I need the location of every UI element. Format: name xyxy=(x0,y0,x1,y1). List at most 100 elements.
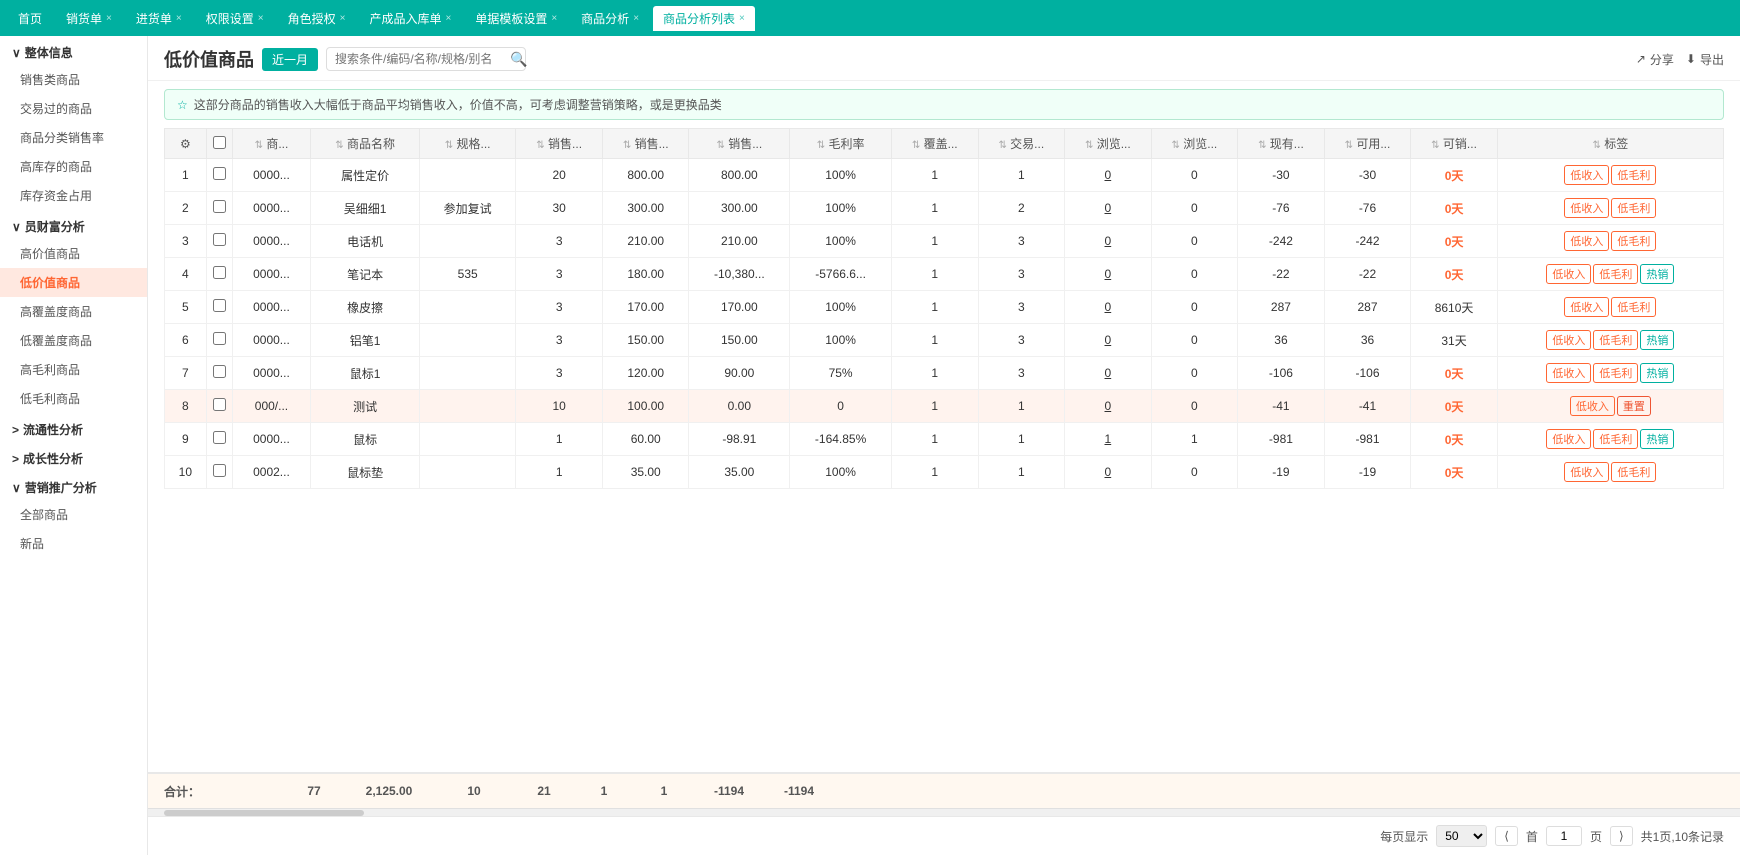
nav-close-product[interactable]: × xyxy=(445,13,451,24)
row-checkbox[interactable] xyxy=(206,390,232,423)
nav-home[interactable]: 首页 xyxy=(8,6,52,31)
nav-close-bill[interactable]: × xyxy=(551,13,557,24)
nav-role-auth[interactable]: 角色授权 × xyxy=(278,6,356,31)
row-browse1[interactable]: 0 xyxy=(1065,357,1152,390)
col-sales1[interactable]: ⇅ 销售... xyxy=(602,129,689,159)
row-no: 9 xyxy=(165,423,207,456)
horizontal-scrollbar[interactable] xyxy=(148,808,1740,816)
col-spec[interactable]: ⇅ 规格... xyxy=(419,129,515,159)
nav-permission[interactable]: 权限设置 × xyxy=(196,6,274,31)
nav-bill-template[interactable]: 单据模板设置 × xyxy=(465,6,567,31)
table-container[interactable]: ⚙ ⇅ 商... ⇅ 商品名称 ⇅ 规格... ⇅ 销售... ⇅ 销售... … xyxy=(148,128,1740,772)
row-checkbox[interactable] xyxy=(206,423,232,456)
col-current[interactable]: ⇅ 现有... xyxy=(1238,129,1325,159)
row-checkbox[interactable] xyxy=(206,357,232,390)
col-settings[interactable]: ⚙ xyxy=(165,129,207,159)
sidebar-group-marketing[interactable]: ∨ 营销推广分析 xyxy=(0,471,147,500)
sidebar-item-all-products[interactable]: 全部商品 xyxy=(0,500,147,529)
search-input[interactable] xyxy=(326,47,526,71)
sidebar-item-high-value[interactable]: 高价值商品 xyxy=(0,239,147,268)
sidebar-item-low-profit[interactable]: 低毛利商品 xyxy=(0,384,147,413)
row-checkbox[interactable] xyxy=(206,456,232,489)
browse-link[interactable]: 0 xyxy=(1105,267,1112,281)
row-checkbox[interactable] xyxy=(206,192,232,225)
sidebar-item-low-value[interactable]: 低价值商品 xyxy=(0,268,147,297)
nav-product-analysis[interactable]: 商品分析 × xyxy=(571,6,649,31)
browse-link[interactable]: 0 xyxy=(1105,201,1112,215)
date-filter-button[interactable]: 近一月 xyxy=(262,48,318,71)
first-page-button[interactable]: ⟨ xyxy=(1495,826,1518,846)
browse-link[interactable]: 0 xyxy=(1105,168,1112,182)
share-button[interactable]: ↗ 分享 xyxy=(1636,51,1674,68)
browse-link[interactable]: 0 xyxy=(1105,465,1112,479)
col-code[interactable]: ⇅ 商... xyxy=(232,129,311,159)
col-qty[interactable]: ⇅ 销售... xyxy=(516,129,603,159)
nav-close-purchase[interactable]: × xyxy=(176,13,182,24)
browse-link[interactable]: 0 xyxy=(1105,300,1112,314)
nav-close-role[interactable]: × xyxy=(340,13,346,24)
row-checkbox[interactable] xyxy=(206,258,232,291)
row-browse1[interactable]: 0 xyxy=(1065,258,1152,291)
row-browse1[interactable]: 1 xyxy=(1065,423,1152,456)
row-qty: 3 xyxy=(516,291,603,324)
sidebar-item-high-profit[interactable]: 高毛利商品 xyxy=(0,355,147,384)
row-browse2: 1 xyxy=(1151,423,1238,456)
browse-link[interactable]: 1 xyxy=(1105,432,1112,446)
sidebar-item-high-coverage[interactable]: 高覆盖度商品 xyxy=(0,297,147,326)
nav-purchase-order[interactable]: 进货单 × xyxy=(126,6,192,31)
col-name[interactable]: ⇅ 商品名称 xyxy=(311,129,420,159)
row-spec xyxy=(419,357,515,390)
col-sales2[interactable]: ⇅ 销售... xyxy=(689,129,790,159)
row-browse1[interactable]: 0 xyxy=(1065,456,1152,489)
sidebar-item-high-stock[interactable]: 高库存的商品 xyxy=(0,152,147,181)
row-browse1[interactable]: 0 xyxy=(1065,225,1152,258)
browse-link[interactable]: 0 xyxy=(1105,399,1112,413)
row-tags: 低收入低毛利 xyxy=(1497,456,1723,489)
sidebar-group-growth[interactable]: > 成长性分析 xyxy=(0,442,147,471)
col-cover[interactable]: ⇅ 覆盖... xyxy=(891,129,978,159)
per-page-select[interactable]: 50 100 200 xyxy=(1436,825,1487,847)
tag-label: 低收入 xyxy=(1564,462,1609,482)
row-checkbox[interactable] xyxy=(206,291,232,324)
sidebar-item-stock-capital[interactable]: 库存资金占用 xyxy=(0,181,147,210)
nav-close-permission[interactable]: × xyxy=(258,13,264,24)
sidebar-item-traded[interactable]: 交易过的商品 xyxy=(0,94,147,123)
row-checkbox[interactable] xyxy=(206,324,232,357)
search-icon[interactable]: 🔍 xyxy=(510,51,527,68)
nav-product-stock[interactable]: 产成品入库单 × xyxy=(359,6,461,31)
page-number-input[interactable] xyxy=(1546,826,1582,846)
col-gross[interactable]: ⇅ 毛利率 xyxy=(790,129,892,159)
col-select-all[interactable] xyxy=(206,129,232,159)
export-button[interactable]: ⬇ 导出 xyxy=(1686,51,1724,68)
row-sales1: 60.00 xyxy=(602,423,689,456)
sidebar-item-new-products[interactable]: 新品 xyxy=(0,529,147,558)
col-available[interactable]: ⇅ 可用... xyxy=(1324,129,1411,159)
nav-close-analysis[interactable]: × xyxy=(633,13,639,24)
browse-link[interactable]: 0 xyxy=(1105,366,1112,380)
sidebar-item-category-rate[interactable]: 商品分类销售率 xyxy=(0,123,147,152)
row-browse1[interactable]: 0 xyxy=(1065,324,1152,357)
nav-product-analysis-list[interactable]: 商品分析列表 × xyxy=(653,6,755,31)
col-tags[interactable]: ⇅ 标签 xyxy=(1497,129,1723,159)
nav-close-analysis-list[interactable]: × xyxy=(739,13,745,24)
nav-sales-order[interactable]: 销货单 × xyxy=(56,6,122,31)
sidebar-group-overall[interactable]: ∨ 整体信息 xyxy=(0,36,147,65)
row-checkbox[interactable] xyxy=(206,225,232,258)
sidebar-group-wealth[interactable]: ∨ 员财富分析 xyxy=(0,210,147,239)
col-browse1[interactable]: ⇅ 浏览... xyxy=(1065,129,1152,159)
col-sellable[interactable]: ⇅ 可销... xyxy=(1411,129,1498,159)
row-browse1[interactable]: 0 xyxy=(1065,390,1152,423)
sidebar-group-flow[interactable]: > 流通性分析 xyxy=(0,413,147,442)
row-browse1[interactable]: 0 xyxy=(1065,192,1152,225)
browse-link[interactable]: 0 xyxy=(1105,333,1112,347)
row-checkbox[interactable] xyxy=(206,159,232,192)
row-browse1[interactable]: 0 xyxy=(1065,291,1152,324)
col-browse2[interactable]: ⇅ 浏览... xyxy=(1151,129,1238,159)
col-trade[interactable]: ⇅ 交易... xyxy=(978,129,1065,159)
sidebar-item-sales-category[interactable]: 销售类商品 xyxy=(0,65,147,94)
row-browse1[interactable]: 0 xyxy=(1065,159,1152,192)
browse-link[interactable]: 0 xyxy=(1105,234,1112,248)
nav-close-sales[interactable]: × xyxy=(106,13,112,24)
sidebar-item-low-coverage[interactable]: 低覆盖度商品 xyxy=(0,326,147,355)
next-page-button[interactable]: ⟩ xyxy=(1610,826,1633,846)
